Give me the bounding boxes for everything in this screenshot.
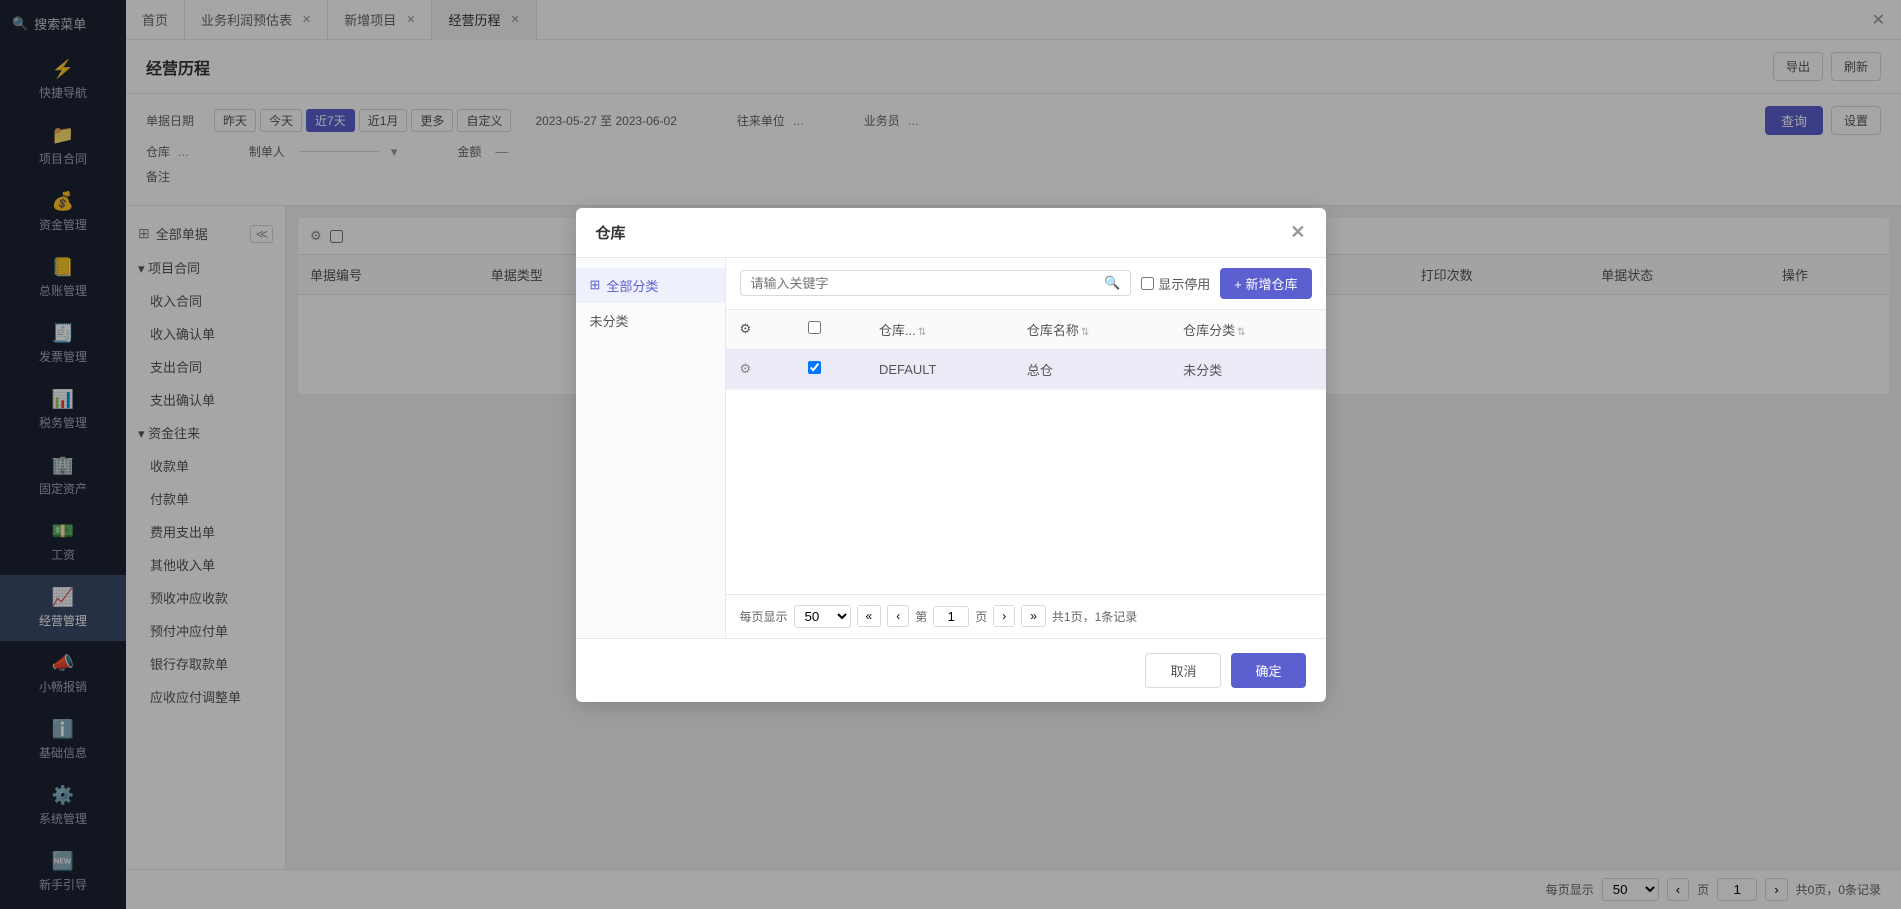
show-disabled-label[interactable]: 显示停用 [1141, 274, 1210, 293]
dialog-table-row[interactable]: ⚙ DEFAULT 总仓 未分类 [726, 349, 1326, 389]
search-icon-dialog: 🔍 [1104, 275, 1120, 291]
dialog-table-wrapper: ⚙ 仓库...⇅ 仓库名称⇅ [726, 310, 1326, 594]
gear-icon-col[interactable]: ⚙ [740, 321, 752, 336]
dialog-col-checkbox [794, 310, 865, 350]
dialog-next-btn[interactable]: › [993, 605, 1015, 627]
dialog-col-category[interactable]: 仓库分类⇅ [1169, 310, 1325, 350]
dialog-category-label: 全部分类 [606, 276, 658, 295]
dialog-header: 仓库 ✕ [576, 208, 1326, 258]
dialog-page-label: 第 [915, 608, 927, 625]
dialog-per-page-select[interactable]: 50 100 [794, 605, 851, 628]
dialog-toolbar: 🔍 显示停用 + 新增仓库 [726, 258, 1326, 310]
add-warehouse-button[interactable]: + 新增仓库 [1220, 268, 1311, 299]
row-settings[interactable]: ⚙ [726, 349, 795, 389]
dialog-pagination: 每页显示 50 100 « ‹ 第 页 › » 共1页，1条记录 [740, 605, 1138, 628]
row-category: 未分类 [1169, 349, 1325, 389]
grid-icon-dialog: ⊞ [590, 277, 601, 293]
dialog-col-settings: ⚙ [726, 310, 795, 350]
row-name: 总仓 [1013, 349, 1169, 389]
dialog-search-input[interactable] [751, 276, 1099, 291]
dialog-uncategorized-label: 未分类 [590, 311, 629, 330]
dialog-footer: 每页显示 50 100 « ‹ 第 页 › » 共1页，1条记录 [726, 594, 1326, 638]
dialog-sidebar: ⊞ 全部分类 未分类 [576, 258, 726, 638]
dialog-actions: 取消 确定 [576, 638, 1326, 702]
dialog-per-page-label: 每页显示 [740, 608, 788, 625]
dialog-prev-btn[interactable]: ‹ [887, 605, 909, 627]
dialog-col-name[interactable]: 仓库名称⇅ [1013, 310, 1169, 350]
warehouse-dialog: 仓库 ✕ ⊞ 全部分类 未分类 🔍 显示停用 [576, 208, 1326, 702]
dialog-sidebar-uncategorized[interactable]: 未分类 [576, 303, 725, 338]
dialog-select-all[interactable] [808, 321, 821, 334]
dialog-page-suffix: 页 [975, 608, 987, 625]
dialog-col-code[interactable]: 仓库...⇅ [865, 310, 1013, 350]
dialog-page-input[interactable] [933, 606, 969, 627]
dialog-last-btn[interactable]: » [1021, 605, 1046, 627]
show-disabled-checkbox[interactable] [1141, 277, 1154, 290]
dialog-close-btn[interactable]: ✕ [1290, 222, 1305, 243]
dialog-first-btn[interactable]: « [857, 605, 882, 627]
dialog-body: ⊞ 全部分类 未分类 🔍 显示停用 + 新增仓库 [576, 258, 1326, 638]
row-checkbox[interactable] [794, 349, 865, 389]
row-code: DEFAULT [865, 349, 1013, 389]
dialog-confirm-button[interactable]: 确定 [1231, 653, 1305, 688]
dialog-search-box[interactable]: 🔍 [740, 270, 1132, 296]
dialog-table: ⚙ 仓库...⇅ 仓库名称⇅ [726, 310, 1326, 390]
dialog-total-label: 共1页，1条记录 [1052, 608, 1137, 625]
dialog-title: 仓库 [596, 222, 626, 243]
dialog-main: 🔍 显示停用 + 新增仓库 ⚙ [726, 258, 1326, 638]
dialog-cancel-button[interactable]: 取消 [1145, 653, 1221, 688]
dialog-sidebar-all-category[interactable]: ⊞ 全部分类 [576, 268, 725, 303]
